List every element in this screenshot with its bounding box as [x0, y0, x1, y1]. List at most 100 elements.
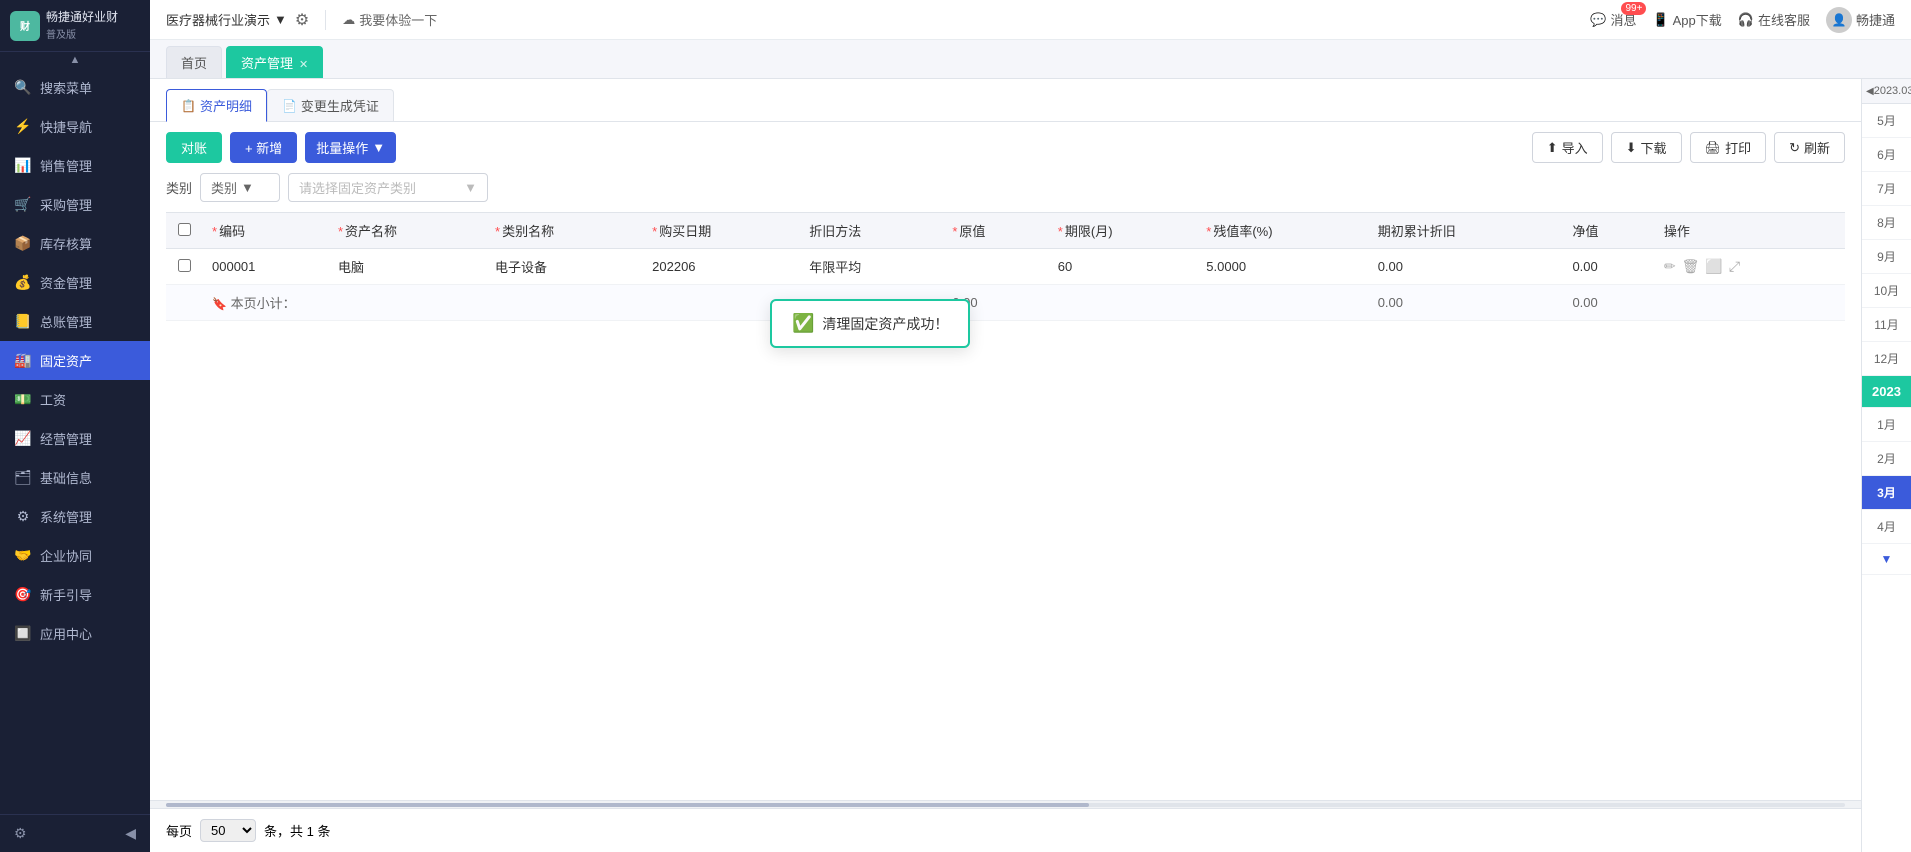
sales-icon: 📊 — [14, 157, 32, 175]
tab-asset-mgmt[interactable]: 资产管理✕ — [226, 46, 323, 78]
refresh-btn[interactable]: ↻ 刷新 — [1774, 132, 1845, 163]
tab-close-asset-mgmt[interactable]: ✕ — [299, 59, 308, 71]
sidebar-item-system[interactable]: ⚙系统管理 — [0, 497, 150, 536]
sub-tabs: 📋资产明细📄变更生成凭证 — [150, 79, 1861, 122]
topbar-settings-icon[interactable]: ⚙ — [295, 10, 309, 30]
per-page-select[interactable]: 50 100 — [200, 819, 256, 842]
settings-footer-icon[interactable]: ⚙ — [14, 825, 27, 842]
sub-tab-change-voucher[interactable]: 📄变更生成凭证 — [267, 89, 394, 121]
horizontal-scrollbar[interactable] — [150, 800, 1861, 808]
sub-tab-asset-detail[interactable]: 📋资产明细 — [166, 89, 267, 122]
calendar-month-8月[interactable]: 8月 — [1862, 206, 1911, 240]
sidebar-item-search[interactable]: 🔍搜索菜单 — [0, 68, 150, 107]
subtotal-accumulated: 0.00 — [1368, 285, 1563, 321]
sidebar-item-label-sales: 销售管理 — [40, 156, 92, 175]
calendar-month-10月[interactable]: 10月 — [1862, 274, 1911, 308]
import-label: 导入 — [1562, 138, 1588, 157]
sidebar-scroll-up[interactable]: ▲ — [0, 52, 150, 68]
user-avatar: 👤 — [1826, 7, 1852, 33]
sidebar-logo: 财 畅捷通好业财 普及版 — [0, 0, 150, 52]
sidebar-item-payroll[interactable]: 💵工资 — [0, 380, 150, 419]
calendar-month-6月[interactable]: 6月 — [1862, 138, 1911, 172]
edit-icon[interactable]: ✏ — [1664, 258, 1676, 275]
calendar-month-2月[interactable]: 2月 — [1862, 442, 1911, 476]
filter-dropdown-icon: ▼ — [464, 180, 477, 195]
sidebar-item-enterprise[interactable]: 🤝企业协同 — [0, 536, 150, 575]
guide-icon: 🎯 — [14, 586, 32, 604]
sidebar-item-sales[interactable]: 📊 销售管理 — [0, 146, 150, 185]
payroll-icon: 💵 — [14, 391, 32, 409]
collapse-footer-icon[interactable]: ◀ — [125, 825, 136, 842]
sidebar-item-inventory[interactable]: 📦库存核算 — [0, 224, 150, 263]
pagination: 每页 50 100 条，共 1 条 — [150, 808, 1861, 852]
batch-ops-btn[interactable]: 批量操作 ▼ — [305, 132, 396, 163]
new-btn[interactable]: + 新增 — [230, 132, 297, 163]
app-download-btn[interactable]: 📱 App下载 — [1652, 10, 1721, 29]
subtotal-net-value: 0.00 — [1562, 285, 1653, 321]
import-btn[interactable]: ⬆ 导入 — [1532, 132, 1603, 163]
calendar-down-arrow[interactable]: ▼ — [1862, 544, 1911, 575]
sidebar-item-app-center[interactable]: 🔲应用中心 — [0, 614, 150, 653]
calendar-month-9月[interactable]: 9月 — [1862, 240, 1911, 274]
row-depreciation-method: 年限平均 — [799, 249, 942, 285]
calendar-month-5月[interactable]: 5月 — [1862, 104, 1911, 138]
calendar-month-1月[interactable]: 1月 — [1862, 408, 1911, 442]
sidebar-item-quick-nav[interactable]: ⚡快捷导航 — [0, 107, 150, 146]
sidebar-item-label-search: 搜索菜单 — [40, 78, 92, 97]
calendar-month-7月[interactable]: 7月 — [1862, 172, 1911, 206]
sidebar-item-operations[interactable]: 📈经营管理 — [0, 419, 150, 458]
row-code: 000001 — [202, 249, 328, 285]
toolbar-right: ⬆ 导入 ⬇ 下载 🖨 打印 ↻ 刷新 — [1532, 132, 1845, 163]
messages-btn[interactable]: 💬 消息 99+ — [1590, 10, 1636, 29]
calendar-month-12月[interactable]: 12月 — [1862, 342, 1911, 376]
online-service-btn[interactable]: 🎧 在线客服 — [1738, 10, 1810, 29]
copy-icon[interactable]: ⬜ — [1705, 258, 1722, 275]
reconcile-btn[interactable]: 对账 — [166, 132, 222, 163]
filter-category-input[interactable]: 请选择固定资产类别 ▼ — [288, 173, 488, 202]
user-menu[interactable]: 👤 畅捷通 — [1826, 7, 1895, 33]
delete-icon[interactable]: 🗑 — [1682, 258, 1700, 275]
subtotal-empty2 — [1196, 285, 1367, 321]
sidebar-item-fixed-assets[interactable]: 🏭固定资产 — [0, 341, 150, 380]
sidebar-item-basic-info[interactable]: 🗂基础信息 — [0, 458, 150, 497]
purchase-icon: 🛒 — [14, 196, 32, 214]
calendar-header-text: 2023.03 — [1874, 85, 1911, 97]
success-icon: ✅ — [792, 313, 814, 334]
filter-category-current[interactable]: 类别 ▼ — [200, 173, 280, 202]
logo-text: 畅捷通好业财 — [46, 10, 118, 26]
calendar-panel: ◀ 2023.03 5月6月7月8月9月10月11月12月20231月2月3月4… — [1861, 79, 1911, 852]
calendar-year-2023: 2023 — [1862, 376, 1911, 408]
print-btn[interactable]: 🖨 打印 — [1690, 132, 1767, 163]
more-icon[interactable]: ⤢ — [1729, 258, 1740, 275]
select-all-checkbox[interactable] — [178, 223, 191, 236]
sidebar-item-purchase[interactable]: 🛒采购管理 — [0, 185, 150, 224]
sidebar-item-guide[interactable]: 🎯 新手引导 — [0, 575, 150, 614]
sidebar-item-label-guide: 新手引导 — [40, 585, 92, 604]
fixed-assets-icon: 🏭 — [14, 352, 32, 370]
calendar-month-11月[interactable]: 11月 — [1862, 308, 1911, 342]
calendar-expand-icon[interactable]: ◀ — [1866, 86, 1874, 97]
tab-home[interactable]: 首页 — [166, 46, 222, 78]
row-net-value: 0.00 — [1562, 249, 1653, 285]
total-label: 条，共 1 条 — [264, 821, 330, 840]
service-icon: 🎧 — [1738, 12, 1754, 28]
company-dropdown-icon: ▼ — [274, 12, 287, 27]
subtotal-empty1 — [1048, 285, 1196, 321]
sidebar-item-label-quick-nav: 快捷导航 — [40, 117, 92, 136]
row-checkbox-1[interactable] — [178, 259, 191, 272]
calendar-month-4月[interactable]: 4月 — [1862, 510, 1911, 544]
scroll-thumb — [166, 803, 1089, 807]
sidebar-item-ledger[interactable]: 📒总账管理 — [0, 302, 150, 341]
success-message: 清理固定资产成功！ — [822, 314, 948, 334]
experience-btn[interactable]: ☁ 我要体验一下 — [342, 10, 437, 29]
tab-label-home: 首页 — [181, 56, 207, 71]
refresh-label: 刷新 — [1804, 138, 1830, 157]
download-btn[interactable]: ⬇ 下载 — [1611, 132, 1682, 163]
batch-ops-arrow: ▼ — [372, 140, 385, 155]
table-row: 000001 电脑 电子设备 202206 年限平均 60 5.0000 0.0… — [166, 249, 1845, 285]
sidebar-item-capital[interactable]: 💰资金管理 — [0, 263, 150, 302]
company-selector[interactable]: 医疗器械行业演示 ▼ — [166, 10, 287, 29]
calendar-month-3月[interactable]: 3月 — [1862, 476, 1911, 510]
sidebar-item-label-system: 系统管理 — [40, 507, 92, 526]
enterprise-icon: 🤝 — [14, 547, 32, 565]
